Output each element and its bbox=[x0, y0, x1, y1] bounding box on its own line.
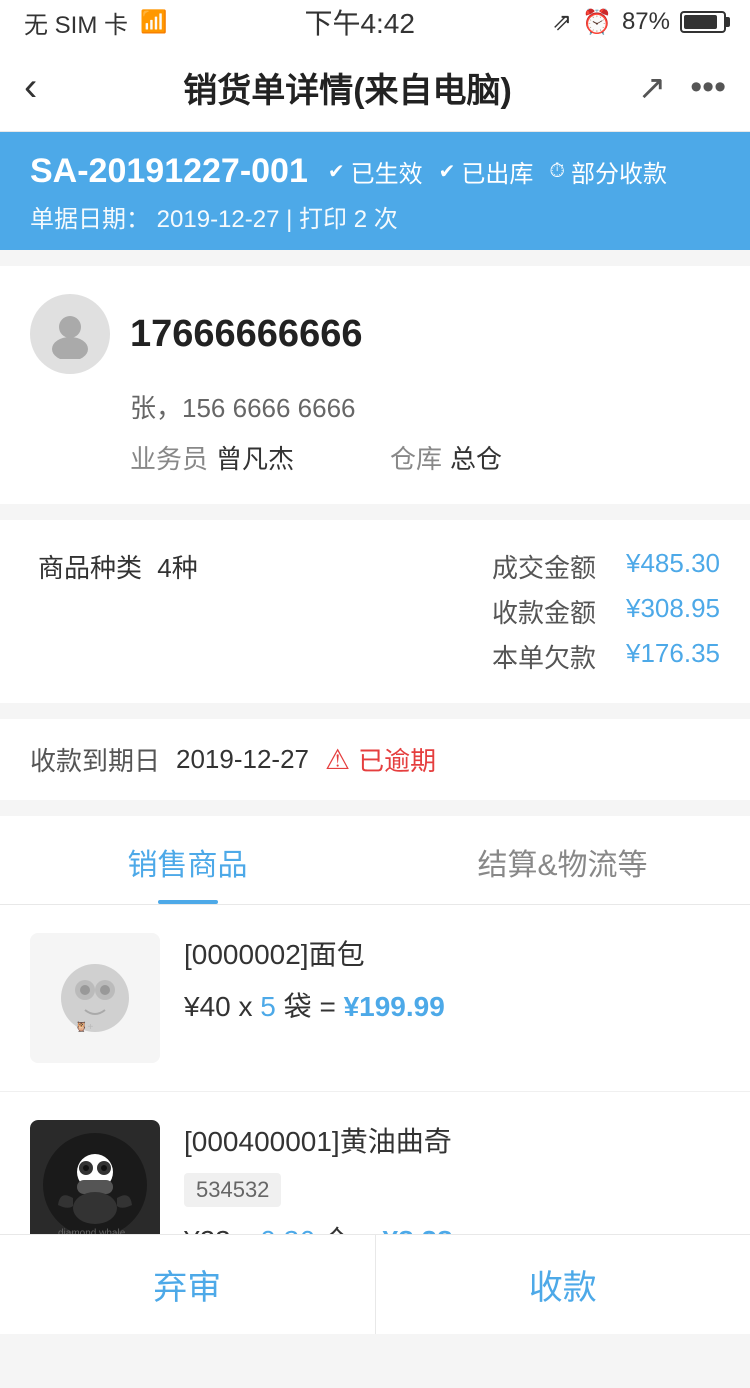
tab-products-label: 销售商品 bbox=[128, 849, 248, 882]
battery-percent: 87% bbox=[622, 8, 670, 36]
product-name-2: [000400001]黄油曲奇 bbox=[184, 1120, 720, 1160]
status-effective: ✔ 已生效 bbox=[328, 154, 423, 189]
stats-section: 商品种类 4种 成交金额 ¥485.30 收款金额 ¥308.95 本单欠款 ¥… bbox=[0, 520, 750, 703]
tab-settlement-label: 结算&物流等 bbox=[477, 849, 647, 882]
more-icon[interactable]: ••• bbox=[690, 68, 726, 107]
amount-line: 成交金额 ¥485.30 bbox=[492, 548, 720, 585]
category-info: 商品种类 4种 bbox=[30, 548, 198, 585]
product-price-1: ¥40 x 5 袋 = ¥199.99 bbox=[184, 985, 720, 1025]
amount-value: ¥485.30 bbox=[626, 548, 720, 585]
owl-image: diamond whale bbox=[30, 1120, 160, 1250]
total-1: ¥199.99 bbox=[344, 991, 445, 1022]
print-suffix: 次 bbox=[374, 206, 398, 233]
svg-text:🦉+: 🦉+ bbox=[75, 1021, 93, 1033]
tabs-section: 销售商品 结算&物流等 bbox=[0, 816, 750, 905]
product-badge-2: 534532 bbox=[184, 1173, 281, 1207]
page-title: 销货单详情(来自电脑) bbox=[57, 63, 637, 112]
price-unit-1: ¥40 bbox=[184, 991, 231, 1022]
customer-main: 17666666666 bbox=[30, 294, 720, 374]
customer-sub-info: 张，156 6666 6666 bbox=[30, 388, 720, 425]
print-count: 2 bbox=[354, 206, 367, 233]
product-info-1: [0000002]面包 ¥40 x 5 袋 = ¥199.99 bbox=[184, 933, 720, 1025]
due-section: 收款到期日 2019-12-27 ⚠ 已逾期 bbox=[0, 719, 750, 800]
status-shipped: ✔ 已出库 bbox=[439, 154, 534, 189]
cancel-button[interactable]: 弃审 bbox=[0, 1235, 376, 1334]
confirm-label: 收款 bbox=[529, 1260, 597, 1309]
status-chips: ✔ 已生效 ✔ 已出库 ⏱ 部分收款 bbox=[328, 154, 667, 189]
stats-right: 成交金额 ¥485.30 收款金额 ¥308.95 本单欠款 ¥176.35 bbox=[492, 548, 720, 675]
date-label: 单据日期： bbox=[30, 206, 150, 233]
cancel-label: 弃审 bbox=[153, 1260, 221, 1309]
bottom-bar: 弃审 收款 bbox=[0, 1234, 750, 1334]
product-thumbnail-1: 🦉+ bbox=[30, 933, 160, 1063]
product-thumbnail-2: diamond whale bbox=[30, 1120, 160, 1250]
alarm-icon: ⏰ bbox=[582, 8, 612, 37]
due-date: 2019-12-27 bbox=[176, 744, 309, 775]
owe-label: 本单欠款 bbox=[492, 638, 596, 675]
share-icon[interactable]: ↗ bbox=[638, 68, 667, 108]
battery-icon bbox=[680, 11, 726, 33]
products-section: 🦉+ [0000002]面包 ¥40 x 5 袋 = ¥199.99 bbox=[0, 905, 750, 1288]
customer-id: 17666666666 bbox=[130, 313, 362, 356]
avatar bbox=[30, 294, 110, 374]
product-item: 🦉+ [0000002]面包 ¥40 x 5 袋 = ¥199.99 bbox=[0, 905, 750, 1092]
order-date: 2019-12-27 bbox=[157, 206, 280, 233]
qty-1: 5 bbox=[260, 991, 276, 1022]
status-effective-label: 已生效 bbox=[351, 154, 423, 189]
warehouse-label: 仓库 bbox=[390, 439, 442, 476]
check-icon-2: ✔ bbox=[439, 159, 456, 184]
warehouse-value: 总仓 bbox=[450, 439, 502, 476]
confirm-button[interactable]: 收款 bbox=[376, 1235, 750, 1334]
amount-label: 成交金额 bbox=[492, 548, 596, 585]
wifi-icon: 📶 bbox=[140, 9, 167, 35]
salesman-value: 曾凡杰 bbox=[216, 439, 294, 476]
print-label: | 打印 bbox=[286, 206, 347, 233]
status-partial-label: 部分收款 bbox=[571, 154, 667, 189]
salesman-label: 业务员 bbox=[130, 439, 208, 476]
status-shipped-label: 已出库 bbox=[461, 154, 533, 189]
location-icon: ⇗ bbox=[552, 8, 572, 37]
overdue-badge: ⚠ 已逾期 bbox=[325, 741, 436, 778]
back-button[interactable]: ‹ bbox=[24, 65, 37, 110]
check-icon-1: ✔ bbox=[328, 159, 345, 184]
status-bar-right: ⇗ ⏰ 87% bbox=[552, 8, 726, 37]
status-bar-left: 无 SIM 卡 📶 bbox=[24, 5, 167, 40]
overdue-icon: ⚠ bbox=[325, 743, 350, 776]
nav-bar: ‹ 销货单详情(来自电脑) ↗ ••• bbox=[0, 44, 750, 132]
salesman-item: 业务员 曾凡杰 bbox=[130, 439, 294, 476]
category-label: 商品种类 bbox=[38, 553, 142, 583]
nav-actions: ↗ ••• bbox=[638, 68, 726, 108]
tab-products[interactable]: 销售商品 bbox=[0, 816, 375, 904]
warehouse-item: 仓库 总仓 bbox=[390, 439, 502, 476]
header-banner: SA-20191227-001 ✔ 已生效 ✔ 已出库 ⏱ 部分收款 单据日期：… bbox=[0, 132, 750, 250]
stats-left: 商品种类 4种 bbox=[30, 548, 198, 585]
tab-settlement[interactable]: 结算&物流等 bbox=[375, 816, 750, 904]
product-name-1: [0000002]面包 bbox=[184, 933, 720, 973]
owe-value: ¥176.35 bbox=[626, 638, 720, 675]
received-value: ¥308.95 bbox=[626, 593, 720, 630]
customer-section: 17666666666 张，156 6666 6666 业务员 曾凡杰 仓库 总… bbox=[0, 266, 750, 504]
time-label: 下午4:42 bbox=[304, 2, 415, 42]
order-id: SA-20191227-001 bbox=[30, 152, 308, 191]
overdue-text: 已逾期 bbox=[358, 741, 436, 778]
received-label: 收款金额 bbox=[492, 593, 596, 630]
owe-line: 本单欠款 ¥176.35 bbox=[492, 638, 720, 675]
received-line: 收款金额 ¥308.95 bbox=[492, 593, 720, 630]
carrier-label: 无 SIM 卡 bbox=[24, 5, 128, 40]
status-partial-payment: ⏱ 部分收款 bbox=[549, 154, 667, 189]
status-bar: 无 SIM 卡 📶 下午4:42 ⇗ ⏰ 87% bbox=[0, 0, 750, 44]
banner-date-row: 单据日期： 2019-12-27 | 打印 2 次 bbox=[30, 199, 720, 234]
clock-icon: ⏱ bbox=[549, 160, 565, 183]
category-value: 4种 bbox=[157, 553, 197, 583]
customer-meta: 业务员 曾凡杰 仓库 总仓 bbox=[30, 439, 720, 476]
due-label: 收款到期日 bbox=[30, 741, 160, 778]
unit-1: 袋 bbox=[284, 991, 312, 1022]
